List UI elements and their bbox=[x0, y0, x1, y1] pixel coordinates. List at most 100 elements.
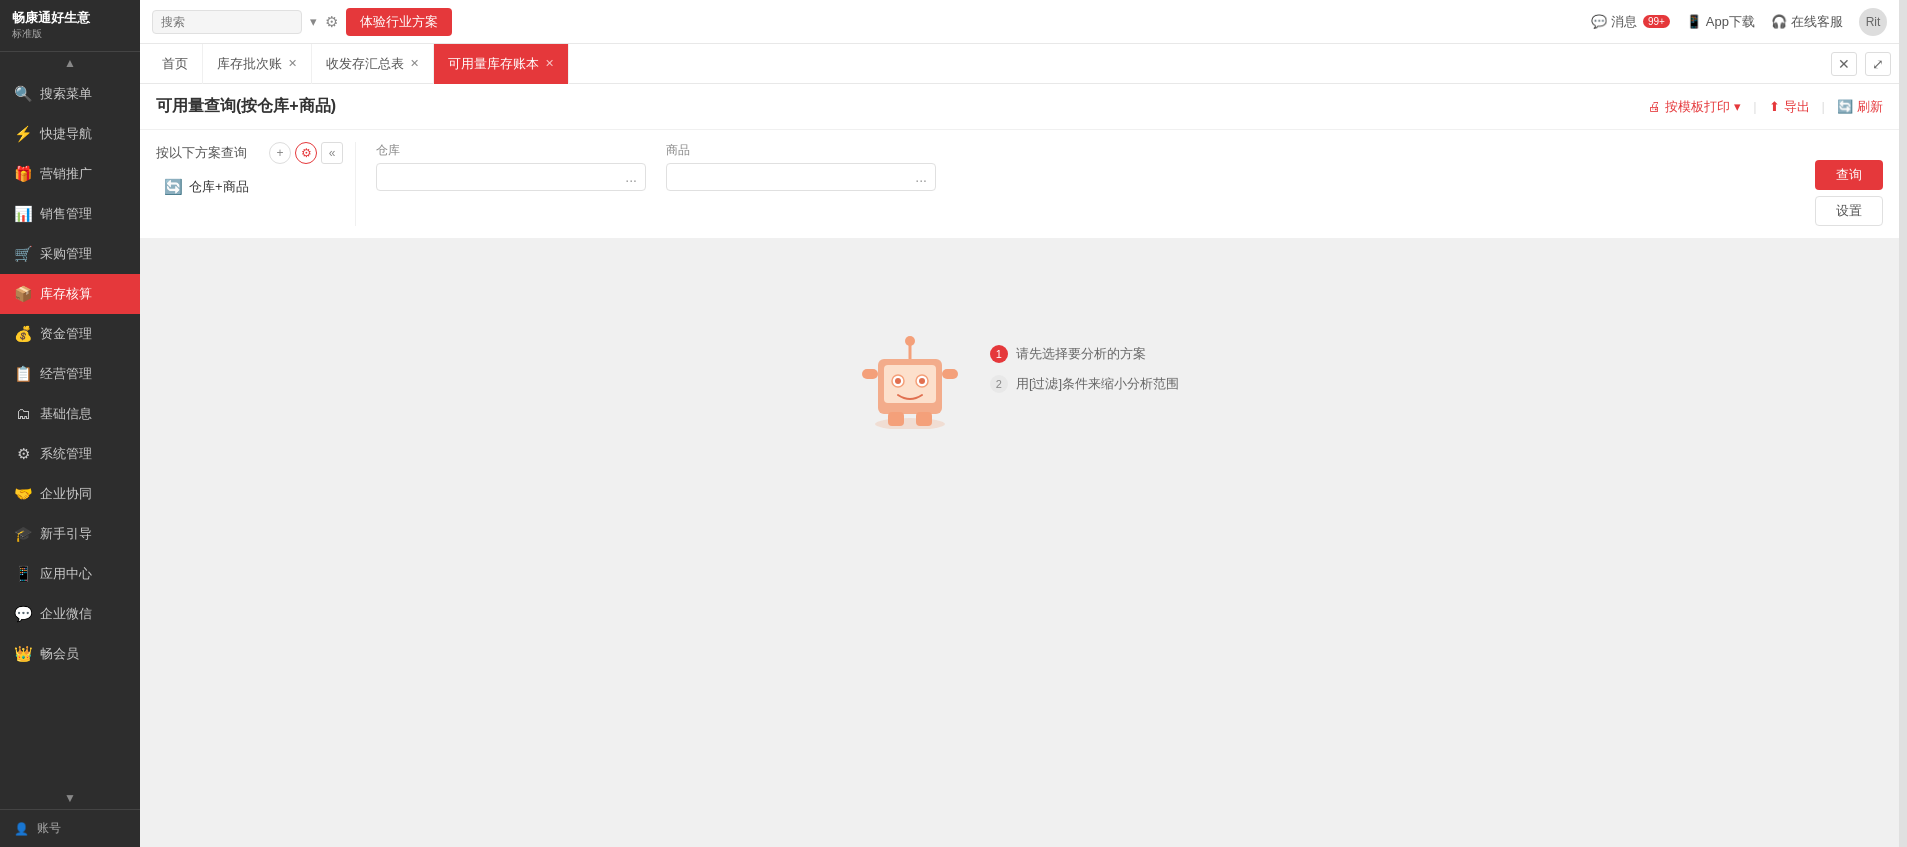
sidebar-item-system[interactable]: ⚙ 系统管理 bbox=[0, 434, 140, 474]
sidebar-item-enterprise[interactable]: 🤝 企业协同 bbox=[0, 474, 140, 514]
tab-batch[interactable]: 库存批次账 ✕ bbox=[203, 44, 312, 84]
sidebar-item-member[interactable]: 👑 畅会员 bbox=[0, 634, 140, 674]
purchase-icon: 🛒 bbox=[14, 245, 32, 263]
dropdown-arrow-icon[interactable]: ▾ bbox=[310, 14, 317, 29]
sidebar-scroll-down[interactable]: ▼ bbox=[0, 787, 140, 809]
sidebar-item-label: 经营管理 bbox=[40, 365, 92, 383]
tab-available[interactable]: 可用量库存账本 ✕ bbox=[434, 44, 569, 84]
sidebar-item-label: 新手引导 bbox=[40, 525, 92, 543]
user-avatar[interactable]: Rit bbox=[1859, 8, 1887, 36]
filter-field-product: 商品 ... bbox=[666, 142, 936, 191]
sidebar-item-label: 企业协同 bbox=[40, 485, 92, 503]
avatar-text: Rit bbox=[1866, 15, 1881, 29]
sidebar-item-basic[interactable]: 🗂 基础信息 bbox=[0, 394, 140, 434]
online-service-action[interactable]: 🎧 在线客服 bbox=[1771, 13, 1843, 31]
sidebar-item-wechat[interactable]: 💬 企业微信 bbox=[0, 594, 140, 634]
sidebar-item-newbie[interactable]: 🎓 新手引导 bbox=[0, 514, 140, 554]
sidebar-item-finance[interactable]: 💰 资金管理 bbox=[0, 314, 140, 354]
product-more-icon[interactable]: ... bbox=[915, 169, 927, 185]
basic-icon: 🗂 bbox=[14, 405, 32, 422]
product-field-label: 商品 bbox=[666, 142, 936, 159]
sales-icon: 📊 bbox=[14, 205, 32, 223]
sidebar-scroll-up[interactable]: ▲ bbox=[0, 52, 140, 74]
apps-icon: 📱 bbox=[14, 565, 32, 583]
gear-icon[interactable]: ⚙ bbox=[325, 13, 338, 31]
tab-batch-label: 库存批次账 bbox=[217, 55, 282, 73]
tab-home[interactable]: 首页 bbox=[148, 44, 203, 84]
operation-icon: 📋 bbox=[14, 365, 32, 383]
export-icon: ⬆ bbox=[1769, 99, 1780, 114]
tab-available-close[interactable]: ✕ bbox=[545, 57, 554, 70]
finance-icon: 💰 bbox=[14, 325, 32, 343]
phone-icon: 📱 bbox=[1686, 14, 1702, 29]
empty-state: 1 请先选择要分析的方案 2 用[过滤]条件来缩小分析范围 bbox=[140, 239, 1899, 459]
warehouse-input[interactable]: ... bbox=[376, 163, 646, 191]
scheme-collapse-button[interactable]: « bbox=[321, 142, 343, 164]
query-btn-area: 查询 设置 bbox=[1815, 142, 1883, 226]
sidebar-item-sales[interactable]: 📊 销售管理 bbox=[0, 194, 140, 234]
svg-rect-2 bbox=[884, 365, 936, 403]
print-dropdown-icon: ▾ bbox=[1734, 99, 1741, 114]
inventory-icon: 📦 bbox=[14, 285, 32, 303]
system-icon: ⚙ bbox=[14, 445, 32, 463]
svg-rect-9 bbox=[862, 369, 878, 379]
app-download-action[interactable]: 📱 App下载 bbox=[1686, 13, 1755, 31]
scheme-item-label: 仓库+商品 bbox=[189, 178, 249, 196]
filter-area: 按以下方案查询 + ⚙ « 🔄 仓库+商品 仓库 bbox=[140, 130, 1899, 239]
empty-hint-1: 1 请先选择要分析的方案 bbox=[990, 345, 1179, 363]
page-content: 可用量查询(按仓库+商品) 🖨 按模板打印 ▾ | ⬆ 导出 | 🔄 刷新 bbox=[140, 84, 1899, 847]
hint-num-1: 1 bbox=[990, 345, 1008, 363]
sidebar-item-operation[interactable]: 📋 经营管理 bbox=[0, 354, 140, 394]
trial-button[interactable]: 体验行业方案 bbox=[346, 8, 452, 36]
warehouse-more-icon[interactable]: ... bbox=[625, 169, 637, 185]
message-action[interactable]: 💬 消息 99+ bbox=[1591, 13, 1670, 31]
sidebar-item-label: 营销推广 bbox=[40, 165, 92, 183]
tab-batch-close[interactable]: ✕ bbox=[288, 57, 297, 70]
sidebar-item-label: 畅会员 bbox=[40, 645, 79, 663]
svg-rect-10 bbox=[942, 369, 958, 379]
tab-summary[interactable]: 收发存汇总表 ✕ bbox=[312, 44, 434, 84]
sidebar-item-purchase[interactable]: 🛒 采购管理 bbox=[0, 234, 140, 274]
scheme-settings-button[interactable]: ⚙ bbox=[295, 142, 317, 164]
app-tag: 标准版 bbox=[12, 27, 128, 41]
settings-button[interactable]: 设置 bbox=[1815, 196, 1883, 226]
product-input[interactable]: ... bbox=[666, 163, 936, 191]
scheme-panel: 按以下方案查询 + ⚙ « 🔄 仓库+商品 bbox=[156, 142, 356, 226]
scheme-item-warehouse-product[interactable]: 🔄 仓库+商品 bbox=[156, 172, 343, 202]
sidebar-item-search[interactable]: 🔍 搜索菜单 bbox=[0, 74, 140, 114]
svg-point-8 bbox=[905, 336, 915, 346]
message-icon: 💬 bbox=[1591, 14, 1607, 29]
empty-svg bbox=[860, 319, 960, 429]
sidebar-item-marketing[interactable]: 🎁 营销推广 bbox=[0, 154, 140, 194]
empty-hint-2: 2 用[过滤]条件来缩小分析范围 bbox=[990, 375, 1179, 393]
tab-home-label: 首页 bbox=[162, 55, 188, 73]
scheme-icons: + ⚙ « bbox=[269, 142, 343, 164]
tab-close-global: ✕ ⤢ bbox=[1831, 52, 1891, 76]
sidebar-item-apps[interactable]: 📱 应用中心 bbox=[0, 554, 140, 594]
sidebar-item-label: 基础信息 bbox=[40, 405, 92, 423]
sidebar-nav: 🔍 搜索菜单 ⚡ 快捷导航 🎁 营销推广 📊 销售管理 🛒 采购管理 📦 库存核… bbox=[0, 74, 140, 787]
scheme-header-text: 按以下方案查询 bbox=[156, 144, 247, 162]
tab-expand-button[interactable]: ⤢ bbox=[1865, 52, 1891, 76]
sidebar-item-inventory[interactable]: 📦 库存核算 bbox=[0, 274, 140, 314]
sidebar-item-label: 采购管理 bbox=[40, 245, 92, 263]
marketing-icon: 🎁 bbox=[14, 165, 32, 183]
export-label: 导出 bbox=[1784, 98, 1810, 116]
app-name: 畅康通好生意 bbox=[12, 10, 128, 27]
sidebar: 畅康通好生意 标准版 ▲ 🔍 搜索菜单 ⚡ 快捷导航 🎁 营销推广 📊 销售管理… bbox=[0, 0, 140, 847]
scheme-add-button[interactable]: + bbox=[269, 142, 291, 164]
export-button[interactable]: ⬆ 导出 bbox=[1769, 98, 1810, 116]
divider1: | bbox=[1753, 99, 1756, 114]
sidebar-item-shortcut[interactable]: ⚡ 快捷导航 bbox=[0, 114, 140, 154]
print-template-button[interactable]: 🖨 按模板打印 ▾ bbox=[1648, 98, 1741, 116]
tab-close-all-button[interactable]: ✕ bbox=[1831, 52, 1857, 76]
sidebar-item-label: 资金管理 bbox=[40, 325, 92, 343]
empty-state-content: 1 请先选择要分析的方案 2 用[过滤]条件来缩小分析范围 bbox=[860, 319, 1179, 419]
tab-summary-close[interactable]: ✕ bbox=[410, 57, 419, 70]
sidebar-item-label: 应用中心 bbox=[40, 565, 92, 583]
refresh-button[interactable]: 🔄 刷新 bbox=[1837, 98, 1883, 116]
search-input[interactable] bbox=[152, 10, 302, 34]
divider2: | bbox=[1822, 99, 1825, 114]
query-button[interactable]: 查询 bbox=[1815, 160, 1883, 190]
scheme-item-icon: 🔄 bbox=[164, 178, 183, 196]
